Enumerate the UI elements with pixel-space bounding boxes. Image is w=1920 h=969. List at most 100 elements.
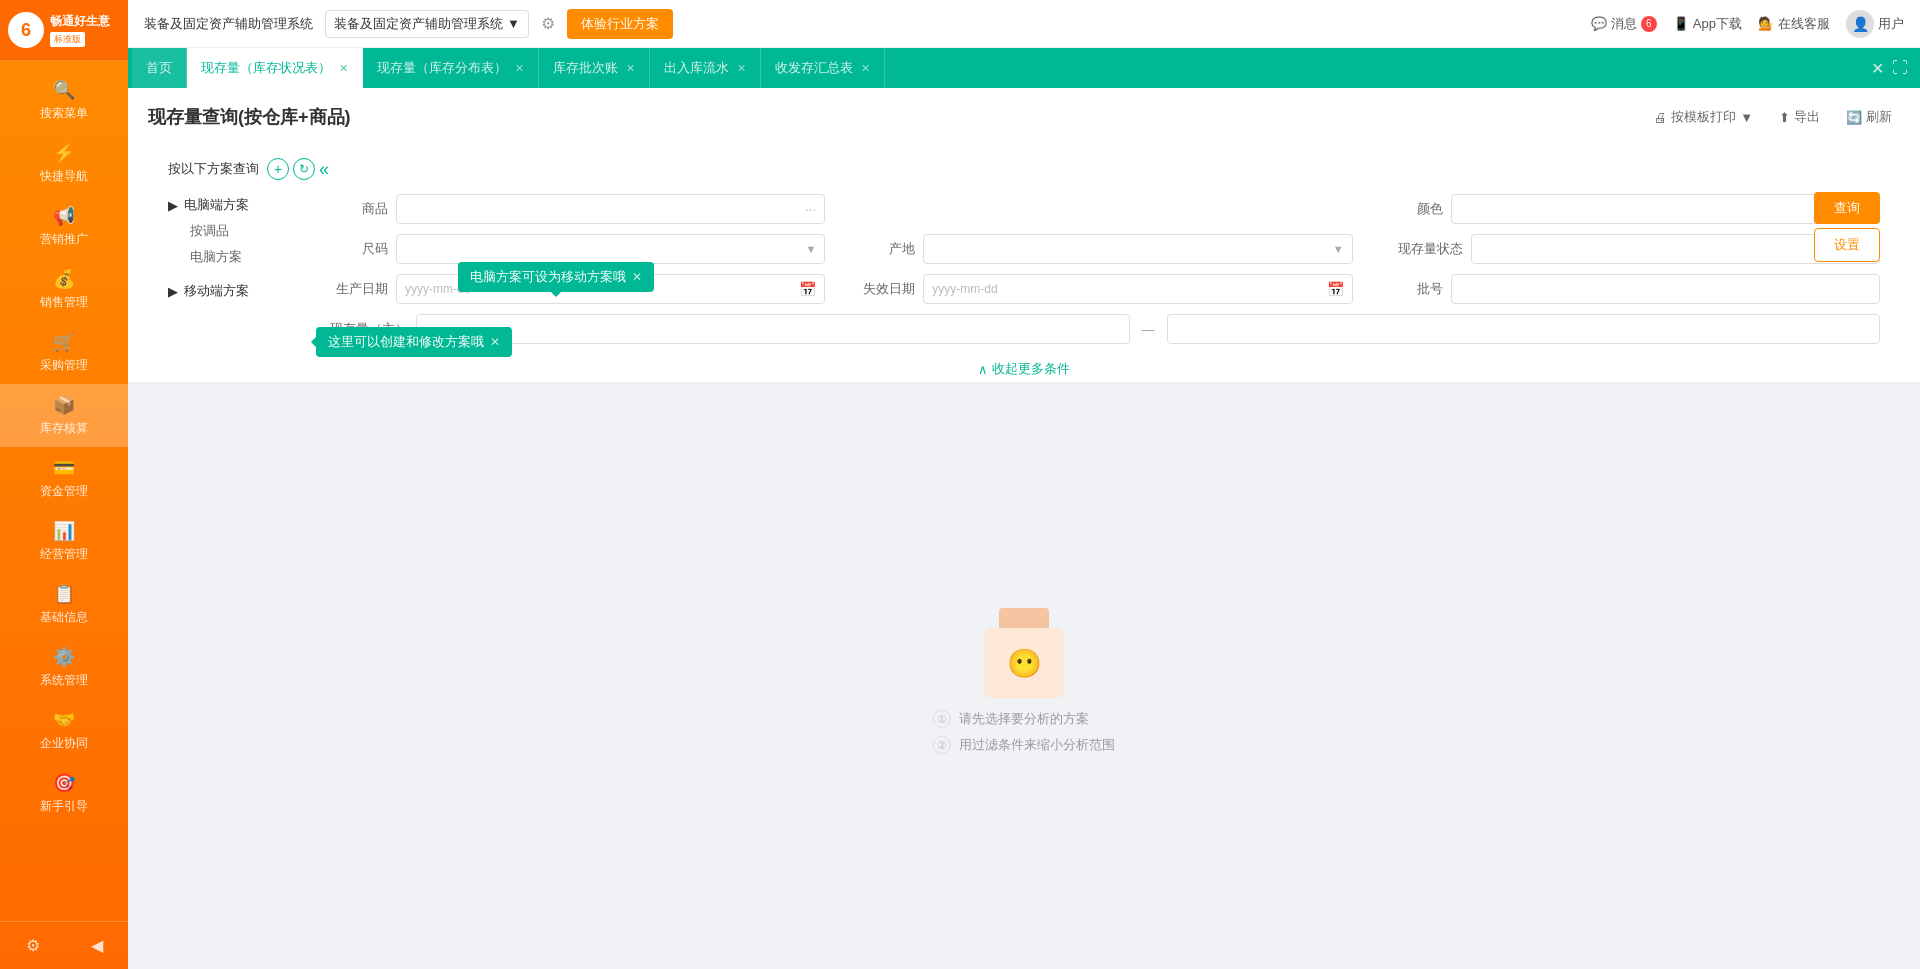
service-icon: 💁 xyxy=(1758,16,1774,31)
settings-bottom-btn[interactable]: ⚙ xyxy=(18,932,48,959)
maximize-btn[interactable]: ⛶ xyxy=(1892,59,1908,77)
sidebar-item-finance[interactable]: 💳 资金管理 xyxy=(0,447,128,510)
page-actions: 🖨 按模板打印 ▼ ⬆ 导出 🔄 刷新 xyxy=(1646,104,1900,130)
sidebar-item-system[interactable]: ⚙️ 系统管理 xyxy=(0,636,128,699)
setting-btn[interactable]: 设置 xyxy=(1814,228,1880,262)
message-badge: 6 xyxy=(1641,16,1657,32)
prod-date-label: 生产日期 xyxy=(328,280,388,298)
collapse-sidebar-btn[interactable]: ◀ xyxy=(83,932,111,959)
scheme-group-mobile-header[interactable]: ▶ 移动端方案 xyxy=(168,278,308,304)
filter-row-2: 尺码 ▼ 产地 ▼ xyxy=(328,234,1880,264)
sidebar-item-marketing[interactable]: 📢 营销推广 xyxy=(0,195,128,258)
tab-inventory-summary[interactable]: 收发存汇总表 ✕ xyxy=(761,48,885,88)
purchase-icon: 🛒 xyxy=(53,331,75,353)
main-area: 装备及固定资产辅助管理系统 装备及固定资产辅助管理系统 ▼ ⚙ 体验行业方案 💬… xyxy=(128,0,1920,969)
gear-icon[interactable]: ⚙ xyxy=(541,14,555,33)
phone-icon: 📱 xyxy=(1673,16,1689,31)
refresh-scheme-btn[interactable]: ↻ xyxy=(293,158,315,180)
empty-icon-top xyxy=(999,608,1049,628)
filter-field-goods: 商品 ··· xyxy=(328,194,825,224)
quick-icon: ⚡ xyxy=(53,142,75,164)
tooltip1-close-btn[interactable]: ✕ xyxy=(632,270,642,284)
sidebar-item-enterprise[interactable]: 🤝 企业协同 xyxy=(0,699,128,762)
page-title-row: 现存量查询(按仓库+商品) 🖨 按模板打印 ▼ ⬆ 导出 🔄 刷新 xyxy=(148,104,1900,130)
page-title: 现存量查询(按仓库+商品) xyxy=(148,105,351,129)
sidebar-item-quick[interactable]: ⚡ 快捷导航 xyxy=(0,132,128,195)
back-btn[interactable]: « xyxy=(319,159,329,180)
sidebar-item-search[interactable]: 🔍 搜索菜单 xyxy=(0,69,128,132)
empty-hints: ① 请先选择要分析的方案 ② 用过滤条件来缩小分析范围 xyxy=(933,710,1115,754)
user-avatar-area[interactable]: 👤 用户 xyxy=(1846,10,1904,38)
tab-home[interactable]: 首页 xyxy=(132,48,187,88)
stock-qty-min-input[interactable] xyxy=(416,314,1130,344)
empty-icon: 😶 xyxy=(974,598,1074,698)
tab-close-inventory-summary[interactable]: ✕ xyxy=(861,62,870,75)
online-service-btn[interactable]: 💁 在线客服 xyxy=(1758,15,1830,33)
filter-field-batch: 批号 xyxy=(1383,274,1880,304)
industry-btn[interactable]: 体验行业方案 xyxy=(567,9,673,39)
empty-hint-2: ② 用过滤条件来缩小分析范围 xyxy=(933,736,1115,754)
tab-inventory-batch[interactable]: 库存批次账 ✕ xyxy=(539,48,650,88)
size-label: 尺码 xyxy=(328,240,388,258)
scheme-group-desktop: ▶ 电脑端方案 按调品 电脑方案 xyxy=(168,192,308,270)
system-dropdown[interactable]: 装备及固定资产辅助管理系统 ▼ xyxy=(325,10,529,38)
app-download-btn[interactable]: 📱 App下载 xyxy=(1673,15,1742,33)
tab-close-inventory-flow[interactable]: ✕ xyxy=(737,62,746,75)
expire-date-input[interactable]: yyyy-mm-dd 📅 xyxy=(923,274,1352,304)
empty-icon-box: 😶 xyxy=(984,628,1064,698)
sidebar: 6 畅通好生意 标准版 🔍 搜索菜单 ⚡ 快捷导航 📢 营销推广 💰 销售管理 … xyxy=(0,0,128,969)
sidebar-nav: 🔍 搜索菜单 ⚡ 快捷导航 📢 营销推广 💰 销售管理 🛒 采购管理 📦 库存核… xyxy=(0,61,128,921)
stock-qty-max-input[interactable] xyxy=(1167,314,1881,344)
tab-inventory-flow[interactable]: 出入库流水 ✕ xyxy=(650,48,761,88)
sidebar-item-operation[interactable]: 📊 经营管理 xyxy=(0,510,128,573)
expire-date-calendar-icon[interactable]: 📅 xyxy=(1327,281,1344,297)
color-label: 颜色 xyxy=(1383,200,1443,218)
marketing-icon: 📢 xyxy=(53,205,75,227)
expire-date-label: 失效日期 xyxy=(855,280,915,298)
filter-header: 按以下方案查询 + ↻ « xyxy=(168,158,1880,180)
origin-select[interactable]: ▼ xyxy=(923,234,1352,264)
refresh-icon: 🔄 xyxy=(1846,110,1862,125)
tooltip-scheme-edit: 这里可以创建和修改方案哦 ✕ xyxy=(316,327,512,357)
filter-section: 按以下方案查询 + ↻ « ▶ 电脑端方案 按调品 xyxy=(148,142,1900,382)
size-select[interactable]: ▼ xyxy=(396,234,825,264)
export-icon: ⬆ xyxy=(1779,110,1790,125)
scheme-item-调品[interactable]: 按调品 xyxy=(168,218,308,244)
export-btn[interactable]: ⬆ 导出 xyxy=(1771,104,1828,130)
scheme-group-desktop-header[interactable]: ▶ 电脑端方案 xyxy=(168,192,308,218)
batch-input[interactable] xyxy=(1451,274,1880,304)
scheme-group-mobile: ▶ 移动端方案 xyxy=(168,278,308,304)
filter-row-4: 现存量（主） — xyxy=(328,314,1880,352)
enterprise-icon: 🤝 xyxy=(53,709,75,731)
scheme-item-电脑方案[interactable]: 电脑方案 xyxy=(168,244,308,270)
sidebar-item-purchase[interactable]: 🛒 采购管理 xyxy=(0,321,128,384)
scheme-panel: ▶ 电脑端方案 按调品 电脑方案 ▶ 移动端方案 xyxy=(168,192,308,312)
sidebar-item-guide[interactable]: 🎯 新手引导 xyxy=(0,762,128,825)
tab-inventory-status[interactable]: 现存量（库存状况表） ✕ xyxy=(187,48,363,88)
tooltip-scheme-mobile: 电脑方案可设为移动方案哦 ✕ xyxy=(458,262,654,292)
sidebar-item-sales[interactable]: 💰 销售管理 xyxy=(0,258,128,321)
system-title: 装备及固定资产辅助管理系统 xyxy=(144,15,313,33)
sidebar-item-inventory[interactable]: 📦 库存核算 xyxy=(0,384,128,447)
filter-field-expire-date: 失效日期 yyyy-mm-dd 📅 xyxy=(855,274,1352,304)
query-btn[interactable]: 查询 xyxy=(1814,192,1880,224)
prod-date-calendar-icon[interactable]: 📅 xyxy=(799,281,816,297)
refresh-btn[interactable]: 🔄 刷新 xyxy=(1838,104,1900,130)
sidebar-bottom: ⚙ ◀ xyxy=(0,921,128,969)
add-scheme-btn[interactable]: + xyxy=(267,158,289,180)
topbar: 装备及固定资产辅助管理系统 装备及固定资产辅助管理系统 ▼ ⚙ 体验行业方案 💬… xyxy=(128,0,1920,48)
tooltip2-close-btn[interactable]: ✕ xyxy=(490,335,500,349)
stock-status-label: 现存量状态 xyxy=(1383,240,1463,258)
logo-text: 畅通好生意 标准版 xyxy=(50,13,110,47)
tab-close-inventory-batch[interactable]: ✕ xyxy=(626,62,635,75)
batch-label: 批号 xyxy=(1383,280,1443,298)
sales-icon: 💰 xyxy=(53,268,75,290)
print-btn[interactable]: 🖨 按模板打印 ▼ xyxy=(1646,104,1761,130)
sidebar-item-basic[interactable]: 📋 基础信息 xyxy=(0,573,128,636)
tab-close-inventory-status[interactable]: ✕ xyxy=(339,62,348,75)
tab-inventory-dist[interactable]: 现存量（库存分布表） ✕ xyxy=(363,48,539,88)
goods-input[interactable]: ··· xyxy=(396,194,825,224)
tab-close-inventory-dist[interactable]: ✕ xyxy=(515,62,524,75)
message-btn[interactable]: 💬 消息 6 xyxy=(1591,15,1657,33)
close-all-tabs-btn[interactable]: ✕ xyxy=(1871,59,1884,78)
